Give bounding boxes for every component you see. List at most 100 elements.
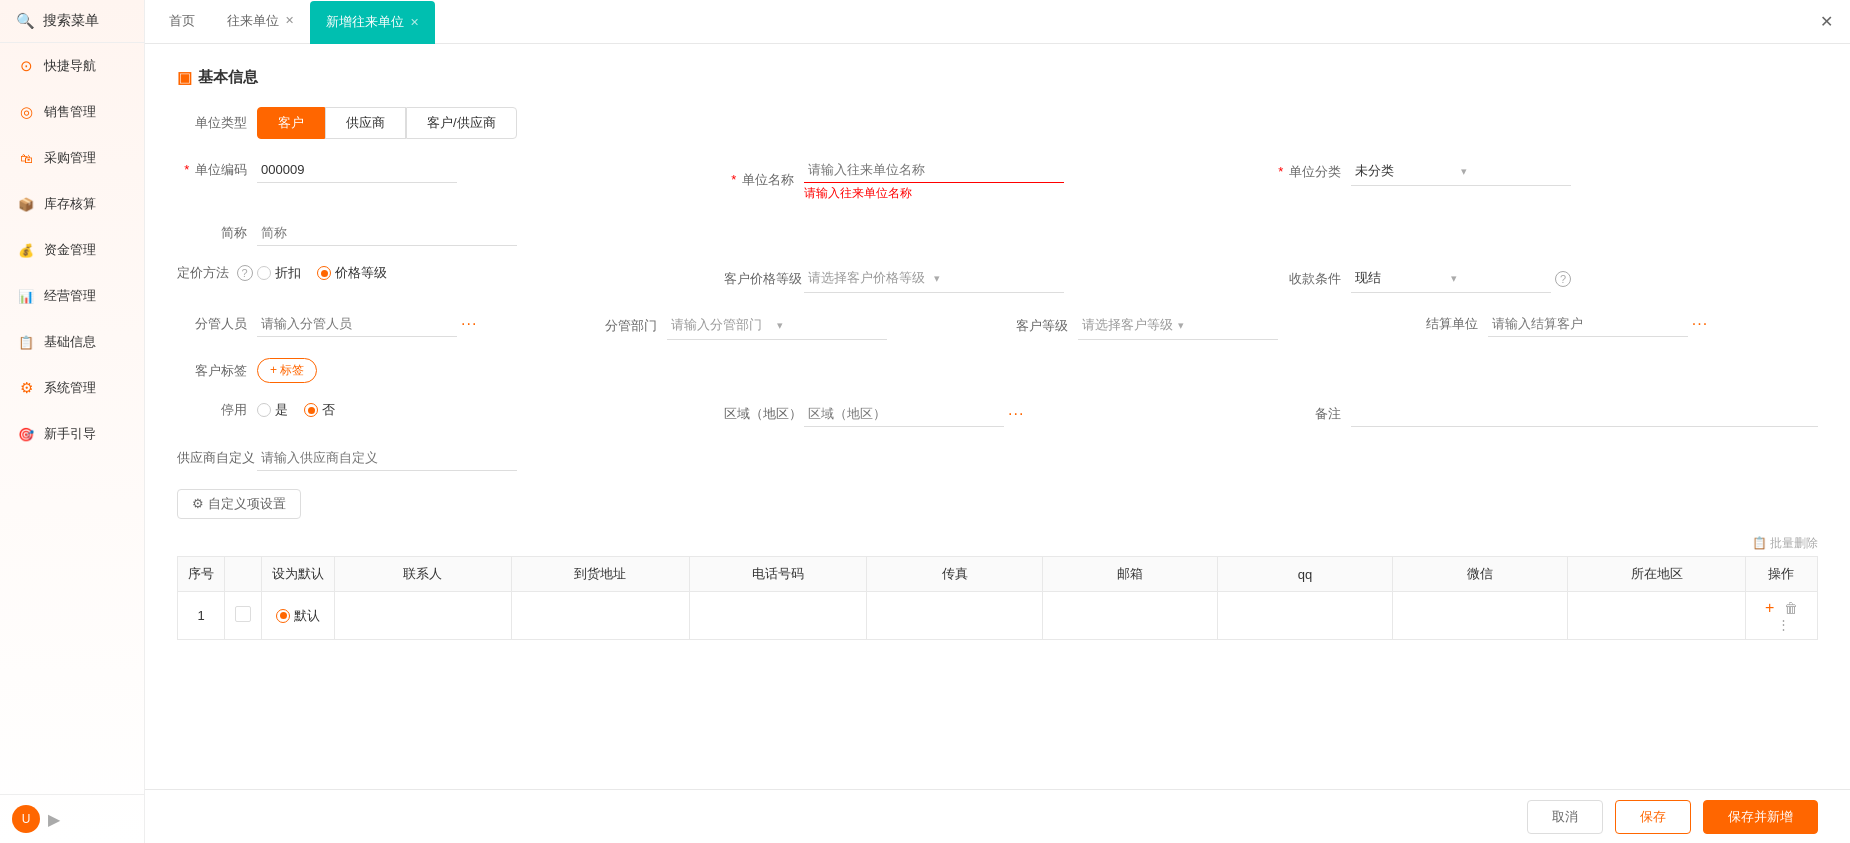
settlement-dots-btn[interactable]: ··· xyxy=(1688,315,1712,333)
batch-delete-button[interactable]: 📋 批量删除 xyxy=(177,535,1818,552)
region-input[interactable] xyxy=(804,401,1004,427)
td-wechat[interactable] xyxy=(1392,592,1567,640)
address-input[interactable] xyxy=(522,608,679,623)
main-area: 首页 往来单位 ✕ 新增往来单位 ✕ ✕ ▣ 基本信息 单位类型 客户 供应商 … xyxy=(145,0,1850,843)
tab-trading-unit-close[interactable]: ✕ xyxy=(285,14,294,27)
settlement-unit-field: 结算单位 ··· xyxy=(1408,311,1818,337)
radio-discount[interactable]: 折扣 xyxy=(257,264,301,282)
disabled-label: 停用 xyxy=(177,401,257,419)
sidebar-item-inventory[interactable]: 📦 库存核算 xyxy=(0,181,144,227)
td-region[interactable] xyxy=(1568,592,1746,640)
sidebar-item-quick-nav[interactable]: ⊙ 快捷导航 xyxy=(0,43,144,89)
sidebar-item-label: 库存核算 xyxy=(44,195,96,213)
sidebar-item-finance[interactable]: 💰 资金管理 xyxy=(0,227,144,273)
settlement-unit-input[interactable] xyxy=(1488,311,1688,337)
unit-type-label: 单位类型 xyxy=(177,114,257,132)
department-select[interactable]: 请输入分管部门 ▾ xyxy=(667,311,887,340)
tab-add-trading-unit-close[interactable]: ✕ xyxy=(410,16,419,29)
pricing-help-icon[interactable]: ? xyxy=(237,265,253,281)
qq-input[interactable] xyxy=(1228,608,1381,623)
sidebar-item-label: 经营管理 xyxy=(44,287,96,305)
th-seq: 序号 xyxy=(178,557,225,592)
wechat-input[interactable] xyxy=(1403,608,1557,623)
sidebar: 🔍 搜索菜单 ⊙ 快捷导航 ◎ 销售管理 🛍 采购管理 📦 库存核算 💰 资金管… xyxy=(0,0,145,843)
fax-input[interactable] xyxy=(877,608,1031,623)
radio-default[interactable]: 默认 xyxy=(272,607,324,625)
row-checkbox[interactable] xyxy=(235,606,251,622)
radio-price-level[interactable]: 价格等级 xyxy=(317,264,387,282)
tab-home[interactable]: 首页 xyxy=(153,0,211,43)
td-fax[interactable] xyxy=(867,592,1042,640)
sidebar-item-operations[interactable]: 📊 经营管理 xyxy=(0,273,144,319)
unit-category-select[interactable]: 未分类 ▾ xyxy=(1351,157,1571,186)
region-dots-btn[interactable]: ··· xyxy=(1004,405,1028,423)
window-close-button[interactable]: ✕ xyxy=(1810,6,1842,38)
td-contact[interactable] xyxy=(335,592,512,640)
th-qq: qq xyxy=(1218,557,1392,592)
drag-handle[interactable]: ⋮ xyxy=(1777,617,1790,632)
manager-dots-btn[interactable]: ··· xyxy=(457,315,481,333)
tab-add-trading-unit[interactable]: 新增往来单位 ✕ xyxy=(310,1,435,44)
unit-name-input[interactable] xyxy=(804,157,1064,183)
basic-info-icon: 📋 xyxy=(16,332,36,352)
customer-level-select[interactable]: 请选择客户等级 ▾ xyxy=(1078,311,1278,340)
department-arrow-icon: ▾ xyxy=(777,319,883,332)
abbreviation-row: 简称 xyxy=(177,220,1818,246)
btn-customer[interactable]: 客户 xyxy=(257,107,325,139)
sidebar-item-label: 资金管理 xyxy=(44,241,96,259)
customer-price-level-select[interactable]: 请选择客户价格等级 ▾ xyxy=(804,264,1064,293)
td-phone[interactable] xyxy=(689,592,867,640)
search-menu-label: 搜索菜单 xyxy=(43,12,99,30)
cancel-button[interactable]: 取消 xyxy=(1527,800,1603,834)
inventory-icon: 📦 xyxy=(16,194,36,214)
sidebar-item-basic-info[interactable]: 📋 基础信息 xyxy=(0,319,144,365)
phone-input[interactable] xyxy=(700,608,857,623)
save-button[interactable]: 保存 xyxy=(1615,800,1691,834)
th-address: 到货地址 xyxy=(511,557,689,592)
sidebar-item-sales[interactable]: ◎ 销售管理 xyxy=(0,89,144,135)
abbreviation-label: 简称 xyxy=(177,224,257,242)
sidebar-item-system[interactable]: ⚙ 系统管理 xyxy=(0,365,144,411)
custom-settings-button[interactable]: ⚙ 自定义项设置 xyxy=(177,489,301,519)
add-row-btn[interactable]: + xyxy=(1765,599,1774,616)
category-arrow-icon: ▾ xyxy=(1461,165,1567,178)
table-row: 1 默认 xyxy=(178,592,1818,640)
td-checkbox[interactable] xyxy=(225,592,262,640)
sidebar-item-label: 基础信息 xyxy=(44,333,96,351)
payment-terms-help-icon[interactable]: ? xyxy=(1555,271,1571,287)
email-input[interactable] xyxy=(1053,608,1207,623)
pricing-method-field: 定价方法 ? 折扣 价格等级 xyxy=(177,264,724,282)
supplier-custom-input[interactable] xyxy=(257,445,517,471)
radio-discount-circle xyxy=(257,266,271,280)
search-menu[interactable]: 🔍 搜索菜单 xyxy=(0,0,144,43)
td-qq[interactable] xyxy=(1218,592,1392,640)
td-action: + 🗑 ⋮ xyxy=(1745,592,1817,640)
btn-supplier[interactable]: 供应商 xyxy=(325,107,406,139)
unit-category-field: * 单位分类 未分类 ▾ xyxy=(1271,157,1818,186)
remark-input[interactable] xyxy=(1351,401,1818,427)
row-region-input[interactable] xyxy=(1578,608,1735,623)
td-address[interactable] xyxy=(511,592,689,640)
btn-both[interactable]: 客户/供应商 xyxy=(406,107,517,139)
radio-yes[interactable]: 是 xyxy=(257,401,288,419)
delete-row-btn[interactable]: 🗑 xyxy=(1784,600,1798,616)
abbreviation-field: 简称 xyxy=(177,220,557,246)
radio-price-level-circle xyxy=(317,266,331,280)
save-new-button[interactable]: 保存并新增 xyxy=(1703,800,1818,834)
abbreviation-input[interactable] xyxy=(257,220,517,246)
tab-trading-unit[interactable]: 往来单位 ✕ xyxy=(211,0,310,43)
td-email[interactable] xyxy=(1042,592,1217,640)
finance-icon: 💰 xyxy=(16,240,36,260)
supplier-custom-field: 供应商自定义 xyxy=(177,445,557,471)
region-field: 区域（地区） ··· xyxy=(724,401,1271,427)
unit-code-input[interactable] xyxy=(257,157,457,183)
contact-input[interactable] xyxy=(345,608,501,623)
add-tag-button[interactable]: + 标签 xyxy=(257,358,317,383)
manager-input[interactable] xyxy=(257,311,457,337)
sidebar-item-guide[interactable]: 🎯 新手引导 xyxy=(0,411,144,457)
sidebar-bottom: U ▶ xyxy=(0,794,144,843)
radio-no[interactable]: 否 xyxy=(304,401,335,419)
th-fax: 传真 xyxy=(867,557,1042,592)
sidebar-item-purchase[interactable]: 🛍 采购管理 xyxy=(0,135,144,181)
payment-terms-select[interactable]: 现结 ▾ xyxy=(1351,264,1551,293)
